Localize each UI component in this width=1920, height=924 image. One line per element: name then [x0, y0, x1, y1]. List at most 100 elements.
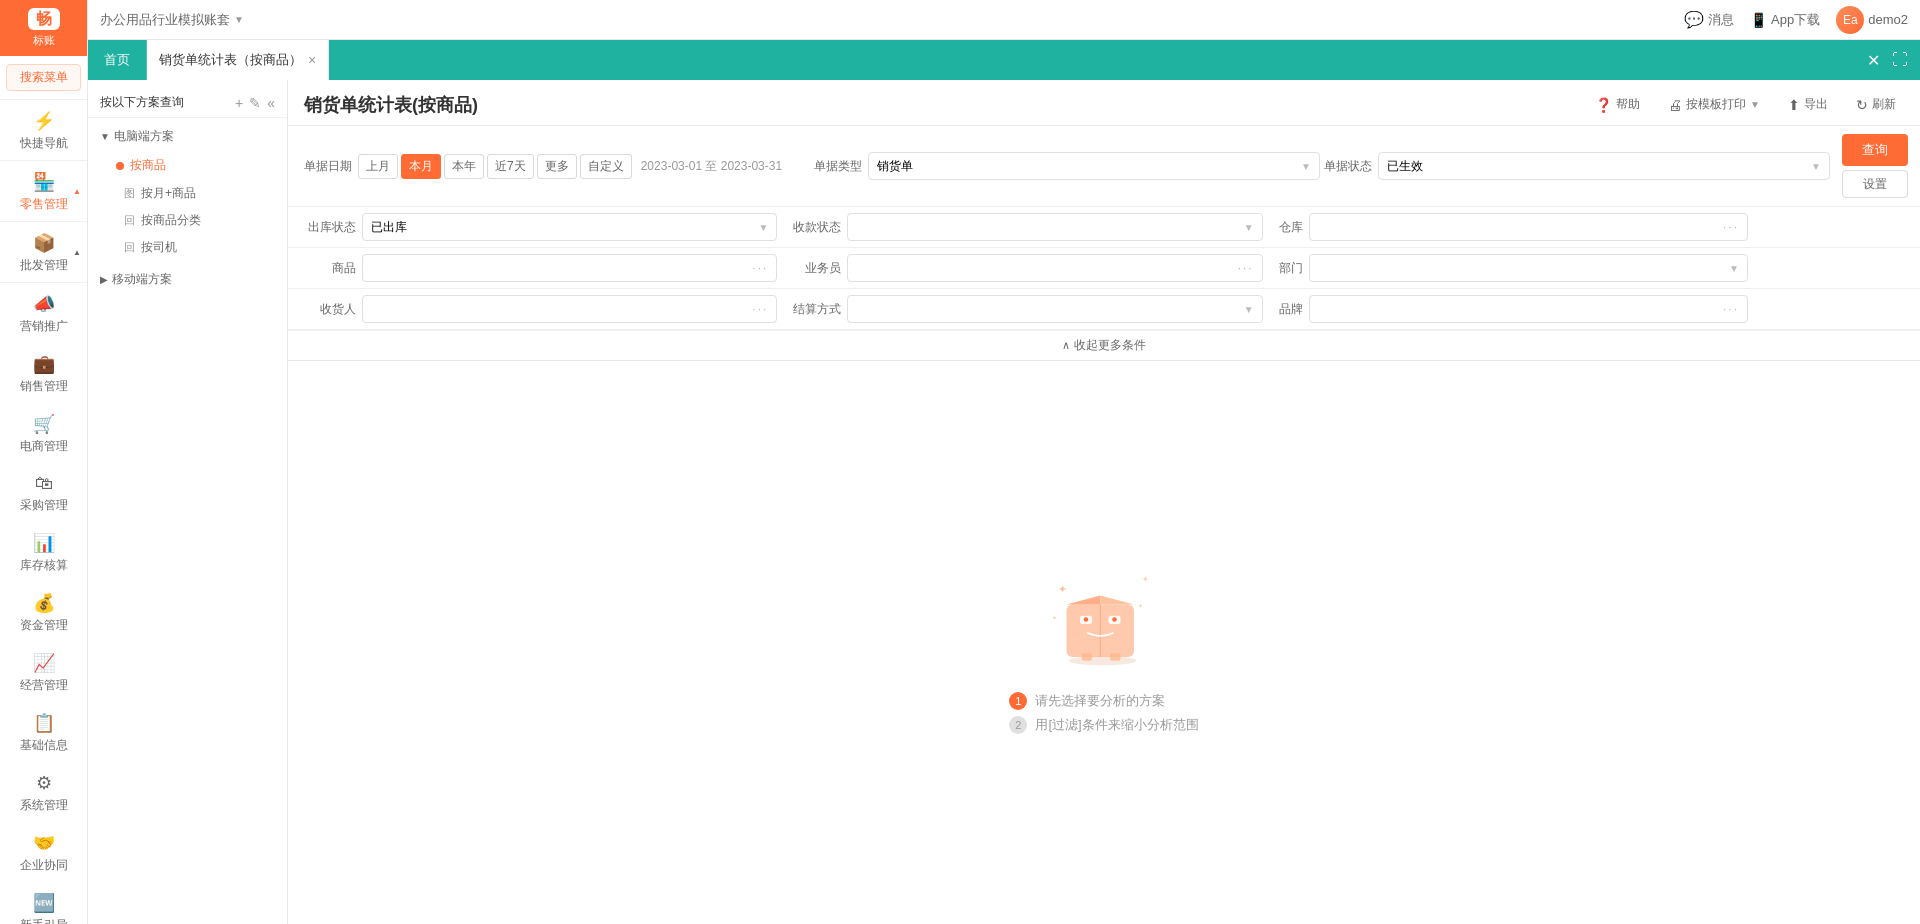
sidebar-item-enterprise[interactable]: 🤝 企业协同: [0, 822, 87, 882]
tab-active[interactable]: 销货单统计表（按商品） ×: [147, 40, 329, 80]
app-logo: 畅 标账: [0, 0, 87, 56]
date-btn-last-month[interactable]: 上月: [358, 154, 398, 179]
guide-label: 新手引导: [20, 917, 68, 924]
sidebar-item-finance[interactable]: 💰 资金管理: [0, 582, 87, 642]
right-panel: 销货单统计表(按商品) ❓ 帮助 🖨 按模板打印 ▼ ⬆ 导出: [288, 80, 1920, 924]
sidebar-item-quick-nav[interactable]: ⚡ 快捷导航: [0, 100, 87, 160]
search-menu-button[interactable]: 搜索菜单: [6, 64, 81, 91]
recipient-input[interactable]: ···: [362, 295, 777, 323]
desktop-arrow-icon: ▼: [100, 131, 110, 142]
app-download-label: App下载: [1771, 11, 1820, 29]
tab-fullscreen-button[interactable]: ⛶: [1888, 47, 1912, 73]
sidebar-item-wholesale[interactable]: 📦 批发管理: [0, 222, 87, 282]
date-btn-this-month[interactable]: 本月: [401, 154, 441, 179]
date-btn-more[interactable]: 更多: [537, 154, 577, 179]
message-button[interactable]: 💬 消息: [1684, 10, 1734, 29]
scheme-sub-item-category[interactable]: 回 按商品分类: [88, 207, 287, 234]
add-scheme-icon[interactable]: +: [235, 95, 243, 111]
system-label: 系统管理: [20, 797, 68, 814]
refresh-button[interactable]: ↻ 刷新: [1848, 92, 1904, 117]
sub-item-label-2: 按商品分类: [141, 212, 201, 229]
operations-icon: 📈: [33, 652, 55, 674]
help-button[interactable]: ❓ 帮助: [1587, 92, 1648, 117]
receipt-arrow-icon: ▼: [1244, 222, 1254, 233]
recipient-dots-icon: ···: [752, 302, 768, 316]
tab-close-window-button[interactable]: ✕: [1863, 47, 1884, 74]
print-button[interactable]: 🖨 按模板打印 ▼: [1660, 92, 1768, 117]
active-dot-icon: [116, 162, 124, 170]
collapse-panel-icon[interactable]: «: [267, 95, 275, 111]
warehouse-input[interactable]: ···: [1309, 213, 1748, 241]
top-right-actions: 💬 消息 📱 App下载 Ea demo2: [1684, 6, 1908, 34]
dept-select[interactable]: ▼: [1309, 254, 1748, 282]
guide-icon: 🆕: [33, 892, 55, 914]
page-title-bar: 销货单统计表(按商品) ❓ 帮助 🖨 按模板打印 ▼ ⬆ 导出: [288, 80, 1920, 126]
sidebar-item-retail[interactable]: 🏪 零售管理: [0, 161, 87, 221]
out-status-arrow-icon: ▼: [758, 222, 768, 233]
doc-type-select[interactable]: 销货单 ▼: [868, 152, 1320, 180]
edit-scheme-icon[interactable]: ✎: [249, 95, 261, 111]
marketing-icon: 📣: [33, 293, 55, 315]
app-download-button[interactable]: 📱 App下载: [1750, 11, 1820, 29]
sidebar-item-inventory[interactable]: 📊 库存核算: [0, 522, 87, 582]
doc-status-select[interactable]: 已生效 ▼: [1378, 152, 1830, 180]
sidebar-item-basic[interactable]: 📋 基础信息: [0, 702, 87, 762]
sidebar-search-area: 搜索菜单: [0, 56, 87, 100]
user-profile[interactable]: Ea demo2: [1836, 6, 1908, 34]
sidebar-item-system[interactable]: ⚙ 系统管理: [0, 762, 87, 822]
desktop-scheme-header[interactable]: ▼ 电脑端方案: [88, 122, 287, 151]
sidebar-item-marketing[interactable]: 📣 营销推广: [0, 283, 87, 343]
scheme-item-by-goods[interactable]: 按商品: [88, 151, 287, 180]
payment-select[interactable]: ▼: [847, 295, 1262, 323]
sidebar-item-ecommerce[interactable]: 🛒 电商管理: [0, 403, 87, 463]
basic-label: 基础信息: [20, 737, 68, 754]
export-button[interactable]: ⬆ 导出: [1780, 92, 1836, 117]
goods-input[interactable]: ···: [362, 254, 777, 282]
step-1-label: 请先选择要分析的方案: [1035, 692, 1165, 710]
doc-status-label: 单据状态: [1320, 158, 1372, 175]
empty-illustration: ✦ ✦ ✦ ✦: [1044, 552, 1164, 672]
mobile-scheme-header[interactable]: ▶ 移动端方案: [88, 265, 287, 294]
date-btn-this-year[interactable]: 本年: [444, 154, 484, 179]
marketing-label: 营销推广: [20, 318, 68, 335]
scheme-sub-item-month-goods[interactable]: 图 按月+商品: [88, 180, 287, 207]
out-status-select[interactable]: 已出库 ▼: [362, 213, 777, 241]
scheme-sub-item-driver[interactable]: 回 按司机: [88, 234, 287, 261]
empty-steps: 1 请先选择要分析的方案 2 用[过滤]条件来缩小分析范围: [1009, 692, 1198, 734]
empty-step-1: 1 请先选择要分析的方案: [1009, 692, 1198, 710]
receipt-status-select[interactable]: ▼: [847, 213, 1262, 241]
sidebar-item-guide[interactable]: 🆕 新手引导: [0, 882, 87, 924]
app-download-icon: 📱: [1750, 12, 1767, 28]
query-button-area: 查询 设置: [1830, 134, 1908, 198]
date-btn-custom[interactable]: 自定义: [580, 154, 632, 179]
retail-icon: 🏪: [33, 171, 55, 193]
sub-item-icon-3: 回: [124, 240, 135, 255]
settings-button[interactable]: 设置: [1842, 170, 1908, 198]
tab-close-icon[interactable]: ×: [308, 53, 316, 67]
collapse-up-icon: ∧: [1062, 339, 1070, 352]
date-btn-7days[interactable]: 近7天: [487, 154, 534, 179]
industry-selector[interactable]: 办公用品行业模拟账套 ▼: [100, 11, 244, 29]
sidebar-item-purchase[interactable]: 🛍 采购管理: [0, 463, 87, 522]
brand-input[interactable]: ···: [1309, 295, 1748, 323]
top-header: 办公用品行业模拟账套 ▼ 💬 消息 📱 App下载 Ea demo2: [88, 0, 1920, 40]
enterprise-label: 企业协同: [20, 857, 68, 874]
quick-nav-group: ⚡ 快捷导航: [0, 100, 87, 161]
page-content: 按以下方案查询 + ✎ « ▼ 电脑端方案 按商品 图 按: [88, 80, 1920, 924]
query-button[interactable]: 查询: [1842, 134, 1908, 166]
out-status-group: 出库状态 已出库 ▼: [300, 213, 777, 241]
warehouse-group: 仓库 ···: [1271, 213, 1748, 241]
salesperson-input[interactable]: ···: [847, 254, 1262, 282]
tab-home[interactable]: 首页: [88, 40, 147, 80]
dept-label: 部门: [1271, 260, 1303, 277]
sub-item-icon-1: 图: [124, 186, 135, 201]
purchase-label: 采购管理: [20, 497, 68, 514]
print-icon: 🖨: [1668, 97, 1682, 113]
message-icon: 💬: [1684, 10, 1704, 29]
sidebar-item-operations[interactable]: 📈 经营管理: [0, 642, 87, 702]
warehouse-dots-icon: ···: [1723, 220, 1739, 234]
doc-type-filter-group: 单据类型 销货单 ▼: [810, 134, 1320, 198]
sidebar-item-sales[interactable]: 💼 销售管理: [0, 343, 87, 403]
retail-label: 零售管理: [20, 196, 68, 213]
collapse-filters-button[interactable]: ∧ 收起更多条件: [288, 330, 1920, 360]
